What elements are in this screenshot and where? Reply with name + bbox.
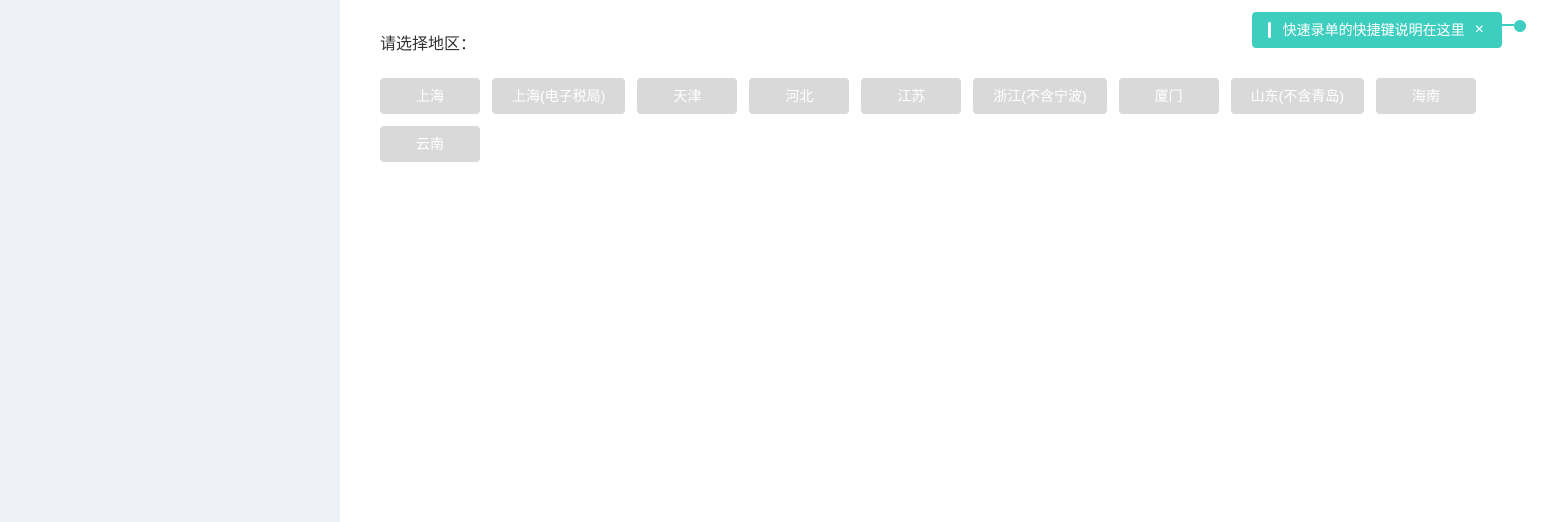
tooltip-close-button[interactable]: ×	[1473, 22, 1486, 38]
tooltip-text: 快速录单的快捷键说明在这里	[1283, 20, 1465, 40]
region-button-jiangsu[interactable]: 江苏	[861, 78, 961, 114]
region-button-yunnan[interactable]: 云南	[380, 126, 480, 162]
region-button-hainan[interactable]: 海南	[1376, 78, 1476, 114]
region-button-hebei[interactable]: 河北	[749, 78, 849, 114]
region-button-group: 上海上海(电子税局) 天津河北江苏浙江(不含宁波) 厦门山东(不含青岛) 海南云南	[380, 78, 1522, 162]
tooltip-dot	[1514, 20, 1526, 32]
region-button-shanghai[interactable]: 上海	[380, 78, 480, 114]
main-content: 请选择地区： 上海上海(电子税局)天津河北江苏浙江(不含宁波)厦门山东(不含青岛…	[340, 0, 1562, 522]
region-button-tianjin[interactable]: 天津	[637, 78, 737, 114]
bar-decoration-icon	[1268, 22, 1271, 38]
left-sidebar	[0, 0, 340, 522]
tooltip-bar: 快速录单的快捷键说明在这里 ×	[1252, 12, 1502, 48]
tooltip-connector-line	[1500, 24, 1514, 26]
region-button-shanghai-etax[interactable]: 上海(电子税局)	[492, 78, 625, 114]
region-button-xiamen[interactable]: 厦门	[1119, 78, 1219, 114]
region-button-zhejiang[interactable]: 浙江(不含宁波)	[973, 78, 1106, 114]
region-button-shandong[interactable]: 山东(不含青岛)	[1231, 78, 1364, 114]
